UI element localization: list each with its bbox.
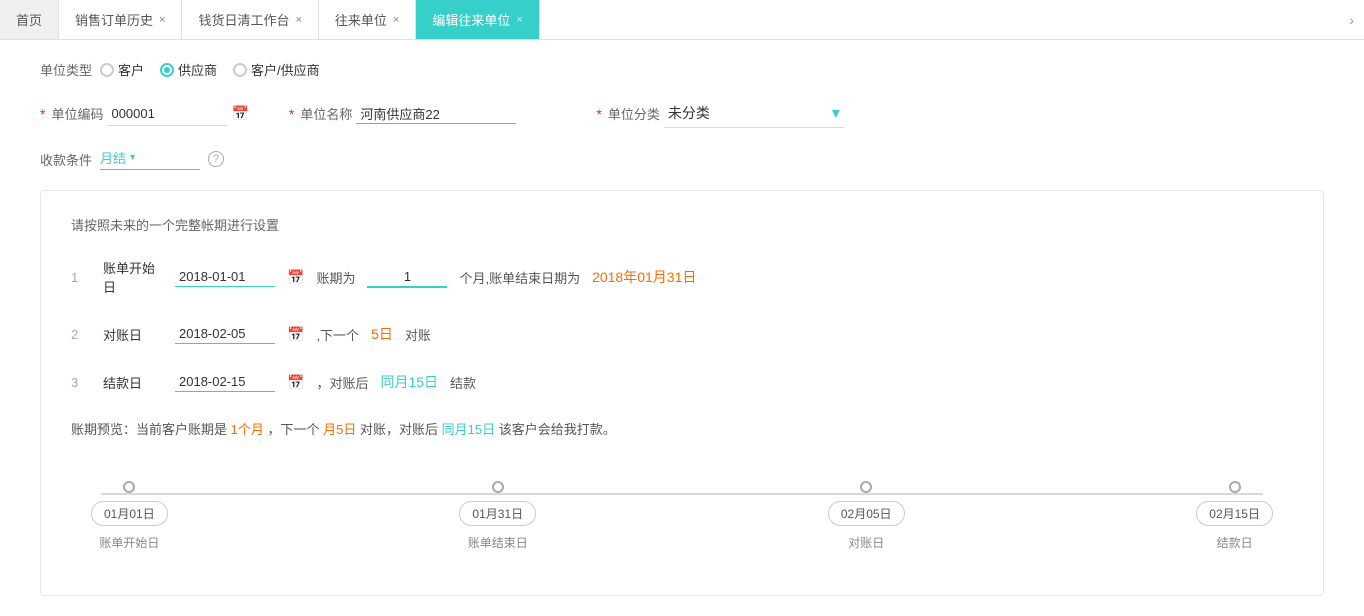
- timeline-points: 01月01日 账单开始日 01月31日 账单结束日 02月05日 对账日 02月…: [91, 481, 1273, 551]
- unit-code-calendar-icon[interactable]: 📅: [231, 105, 248, 122]
- unit-info-row: * 单位编码 📅 * 单位名称 * 单位分类 未分类 ▾: [40, 99, 1324, 128]
- row-num-1: 1: [71, 270, 91, 285]
- period-postfix: 个月,账单结束日期为: [459, 268, 580, 287]
- row-label-2: 对账日: [103, 325, 163, 344]
- timeline-label-3: 结款日: [1217, 534, 1253, 551]
- close-tab-partner[interactable]: ×: [393, 14, 399, 26]
- timeline-label-0: 账单开始日: [99, 534, 159, 551]
- close-tab-cash[interactable]: ×: [295, 14, 301, 26]
- radio-supplier[interactable]: 供应商: [160, 60, 217, 79]
- radio-both[interactable]: 客户/供应商: [233, 60, 320, 79]
- payment-help-icon[interactable]: ?: [208, 151, 224, 167]
- row-label-1: 账单开始日: [103, 258, 163, 296]
- tab-sales-order-history[interactable]: 销售订单历史 ×: [59, 0, 182, 39]
- unit-code-input[interactable]: [107, 102, 227, 126]
- setting-row-2: 2 对账日 📅 ,下一个 5日 对账: [71, 324, 1293, 344]
- timeline-point-2: 02月05日 对账日: [828, 481, 905, 551]
- unit-classify-arrow: ▾: [832, 103, 840, 123]
- timeline-label-2: 对账日: [848, 534, 884, 551]
- unit-name-input[interactable]: [356, 104, 516, 124]
- reconcile-prefix: ,下一个: [316, 325, 359, 344]
- main-content: 单位类型 客户 供应商 客户/供应商 * 单位编码 📅 * 单位名称: [0, 40, 1364, 616]
- timeline-point-1: 01月31日 账单结束日: [459, 481, 536, 551]
- required-classify: *: [596, 106, 601, 122]
- tab-partner-units[interactable]: 往来单位 ×: [319, 0, 416, 39]
- unit-type-label: 单位类型: [40, 60, 92, 79]
- timeline-date-3: 02月15日: [1196, 501, 1273, 526]
- row-label-3: 结款日: [103, 373, 163, 392]
- payment-condition-select[interactable]: 月结 ▾: [100, 148, 200, 170]
- tab-home[interactable]: 首页: [0, 0, 59, 39]
- timeline-point-0: 01月01日 账单开始日: [91, 481, 168, 551]
- payment-postfix: 结款: [450, 373, 476, 392]
- preview-section: 账期预览：当前客户账期是 1个月 ，下一个 月5日 对账，对账后 同月15日 该…: [71, 420, 1293, 441]
- unit-code-label: 单位编码: [51, 104, 103, 123]
- unit-classify-group: * 单位分类 未分类 ▾: [596, 99, 843, 128]
- timeline-label-1: 账单结束日: [468, 534, 528, 551]
- period-prefix: 账期为: [316, 268, 355, 287]
- timeline: 01月01日 账单开始日 01月31日 账单结束日 02月05日 对账日 02月…: [71, 471, 1293, 571]
- box-instruction: 请按照未来的一个完整帐期进行设置: [71, 215, 1293, 234]
- reconcile-postfix: 对账: [405, 325, 431, 344]
- required-name: *: [289, 106, 294, 122]
- unit-classify-value: 未分类: [668, 103, 710, 123]
- unit-name-group: * 单位名称: [289, 104, 516, 124]
- timeline-dot-0: [123, 481, 135, 493]
- radio-customer[interactable]: 客户: [100, 60, 144, 79]
- timeline-date-0: 01月01日: [91, 501, 168, 526]
- period-value-input[interactable]: [367, 267, 447, 288]
- payment-condition-label: 收款条件: [40, 150, 92, 169]
- tab-bar: 首页 销售订单历史 × 钱货日清工作台 × 往来单位 × 编辑往来单位 × ›: [0, 0, 1364, 40]
- setting-row-1: 1 账单开始日 📅 账期为 个月,账单结束日期为 2018年01月31日: [71, 258, 1293, 296]
- end-date-highlight: 2018年01月31日: [592, 267, 696, 287]
- radio-both-circle: [233, 63, 247, 77]
- setting-row-3: 3 结款日 📅 ，对账后 同月15日 结款: [71, 372, 1293, 392]
- unit-type-row: 单位类型 客户 供应商 客户/供应商: [40, 60, 1324, 79]
- reconcile-date-calendar-icon[interactable]: 📅: [287, 326, 304, 343]
- unit-classify-select[interactable]: 未分类 ▾: [664, 99, 844, 128]
- payment-prefix: ，对账后: [316, 373, 368, 392]
- payment-date-calendar-icon[interactable]: 📅: [287, 374, 304, 391]
- reconcile-day-highlight: 5日: [371, 324, 393, 344]
- timeline-dot-1: [492, 481, 504, 493]
- timeline-dot-3: [1229, 481, 1241, 493]
- required-code: *: [40, 106, 45, 122]
- row-num-2: 2: [71, 327, 91, 342]
- timeline-date-1: 01月31日: [459, 501, 536, 526]
- unit-code-group: * 单位编码 📅: [40, 102, 249, 126]
- close-tab-sales[interactable]: ×: [159, 14, 165, 26]
- tab-edit-partner[interactable]: 编辑往来单位 ×: [416, 0, 539, 39]
- start-date-input[interactable]: [175, 267, 275, 287]
- payment-condition-arrow: ▾: [130, 152, 135, 163]
- radio-customer-circle: [100, 63, 114, 77]
- payment-condition-row: 收款条件 月结 ▾ ?: [40, 148, 1324, 170]
- payment-date-input[interactable]: [175, 372, 275, 392]
- unit-classify-label: 单位分类: [608, 104, 660, 123]
- unit-name-label: 单位名称: [300, 104, 352, 123]
- reconcile-date-input[interactable]: [175, 324, 275, 344]
- payment-day-highlight: 同月15日: [380, 372, 438, 392]
- preview-reconcile-day: 月5日: [323, 422, 356, 437]
- tab-overflow-arrow[interactable]: ›: [1339, 0, 1364, 39]
- close-tab-edit-partner[interactable]: ×: [516, 14, 522, 26]
- timeline-dot-2: [860, 481, 872, 493]
- payment-condition-value: 月结: [100, 148, 126, 167]
- preview-payment-day: 同月15日: [442, 422, 495, 437]
- tab-cash-work[interactable]: 钱货日清工作台 ×: [182, 0, 318, 39]
- row-num-3: 3: [71, 375, 91, 390]
- radio-group-unit-type: 客户 供应商 客户/供应商: [100, 60, 320, 79]
- setting-box: 请按照未来的一个完整帐期进行设置 1 账单开始日 📅 账期为 个月,账单结束日期…: [40, 190, 1324, 596]
- start-date-calendar-icon[interactable]: 📅: [287, 269, 304, 286]
- timeline-point-3: 02月15日 结款日: [1196, 481, 1273, 551]
- timeline-date-2: 02月05日: [828, 501, 905, 526]
- radio-supplier-circle: [160, 63, 174, 77]
- preview-period: 1个月: [231, 422, 264, 437]
